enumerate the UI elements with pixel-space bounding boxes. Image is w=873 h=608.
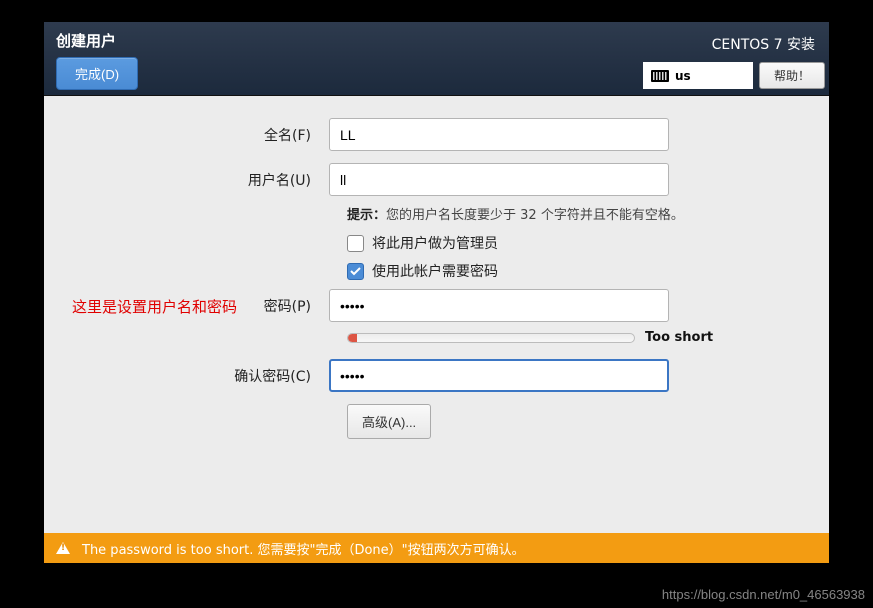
- warning-icon: [56, 542, 70, 554]
- watermark: https://blog.csdn.net/m0_46563938: [662, 587, 865, 602]
- require-pw-label: 使用此帐户需要密码: [372, 261, 498, 281]
- external-annotation: 这里是设置用户名和密码: [72, 296, 237, 317]
- install-title: CENTOS 7 安装: [643, 34, 815, 54]
- username-hint: 提示：您的用户名长度要少于 32 个字符并且不能有空格。: [347, 204, 799, 223]
- confirm-label: 确认密码(C): [74, 366, 329, 386]
- warning-footer: The password is too short. 您需要按"完成（Done）…: [44, 533, 829, 563]
- hint-text: 您的用户名长度要少于 32 个字符并且不能有空格。: [386, 208, 684, 223]
- advanced-button[interactable]: 高级(A)...: [347, 404, 431, 439]
- top-bar: 创建用户 完成(D) CENTOS 7 安装 us 帮助！: [44, 22, 829, 96]
- page-title: 创建用户: [56, 30, 138, 51]
- top-left: 创建用户 完成(D): [44, 30, 138, 95]
- confirm-password-input[interactable]: [329, 359, 669, 392]
- make-admin-row: 将此用户做为管理员: [347, 233, 799, 253]
- fullname-row: 全名(F): [74, 118, 799, 151]
- keyboard-layout: us: [675, 69, 691, 83]
- help-button[interactable]: 帮助！: [759, 62, 825, 89]
- keyboard-icon: [651, 70, 669, 82]
- username-input[interactable]: [329, 163, 669, 196]
- fullname-label: 全名(F): [74, 125, 329, 145]
- keyboard-indicator[interactable]: us: [643, 62, 753, 89]
- hint-prefix: 提示：: [347, 208, 386, 223]
- top-right-row: us 帮助！: [643, 62, 825, 89]
- make-admin-checkbox[interactable]: [347, 235, 364, 252]
- installer-window: 创建用户 完成(D) CENTOS 7 安装 us 帮助！ 这里是设置用户名和密…: [44, 22, 829, 563]
- confirm-row: 确认密码(C): [74, 359, 799, 392]
- make-admin-label: 将此用户做为管理员: [372, 233, 498, 253]
- fullname-input[interactable]: [329, 118, 669, 151]
- top-right: CENTOS 7 安装 us 帮助！: [643, 30, 829, 95]
- check-icon: [350, 266, 361, 277]
- form-area: 这里是设置用户名和密码 全名(F) 用户名(U) 提示：您的用户名长度要少于 3…: [44, 96, 829, 533]
- strength-meter: [347, 333, 635, 343]
- strength-row: Too short: [347, 330, 799, 345]
- warning-message: The password is too short. 您需要按"完成（Done）…: [82, 539, 525, 558]
- strength-text: Too short: [645, 330, 713, 345]
- require-pw-row: 使用此帐户需要密码: [347, 261, 799, 281]
- require-pw-checkbox[interactable]: [347, 263, 364, 280]
- password-input[interactable]: [329, 289, 669, 322]
- done-button[interactable]: 完成(D): [56, 57, 138, 90]
- username-label: 用户名(U): [74, 170, 329, 190]
- username-row: 用户名(U): [74, 163, 799, 196]
